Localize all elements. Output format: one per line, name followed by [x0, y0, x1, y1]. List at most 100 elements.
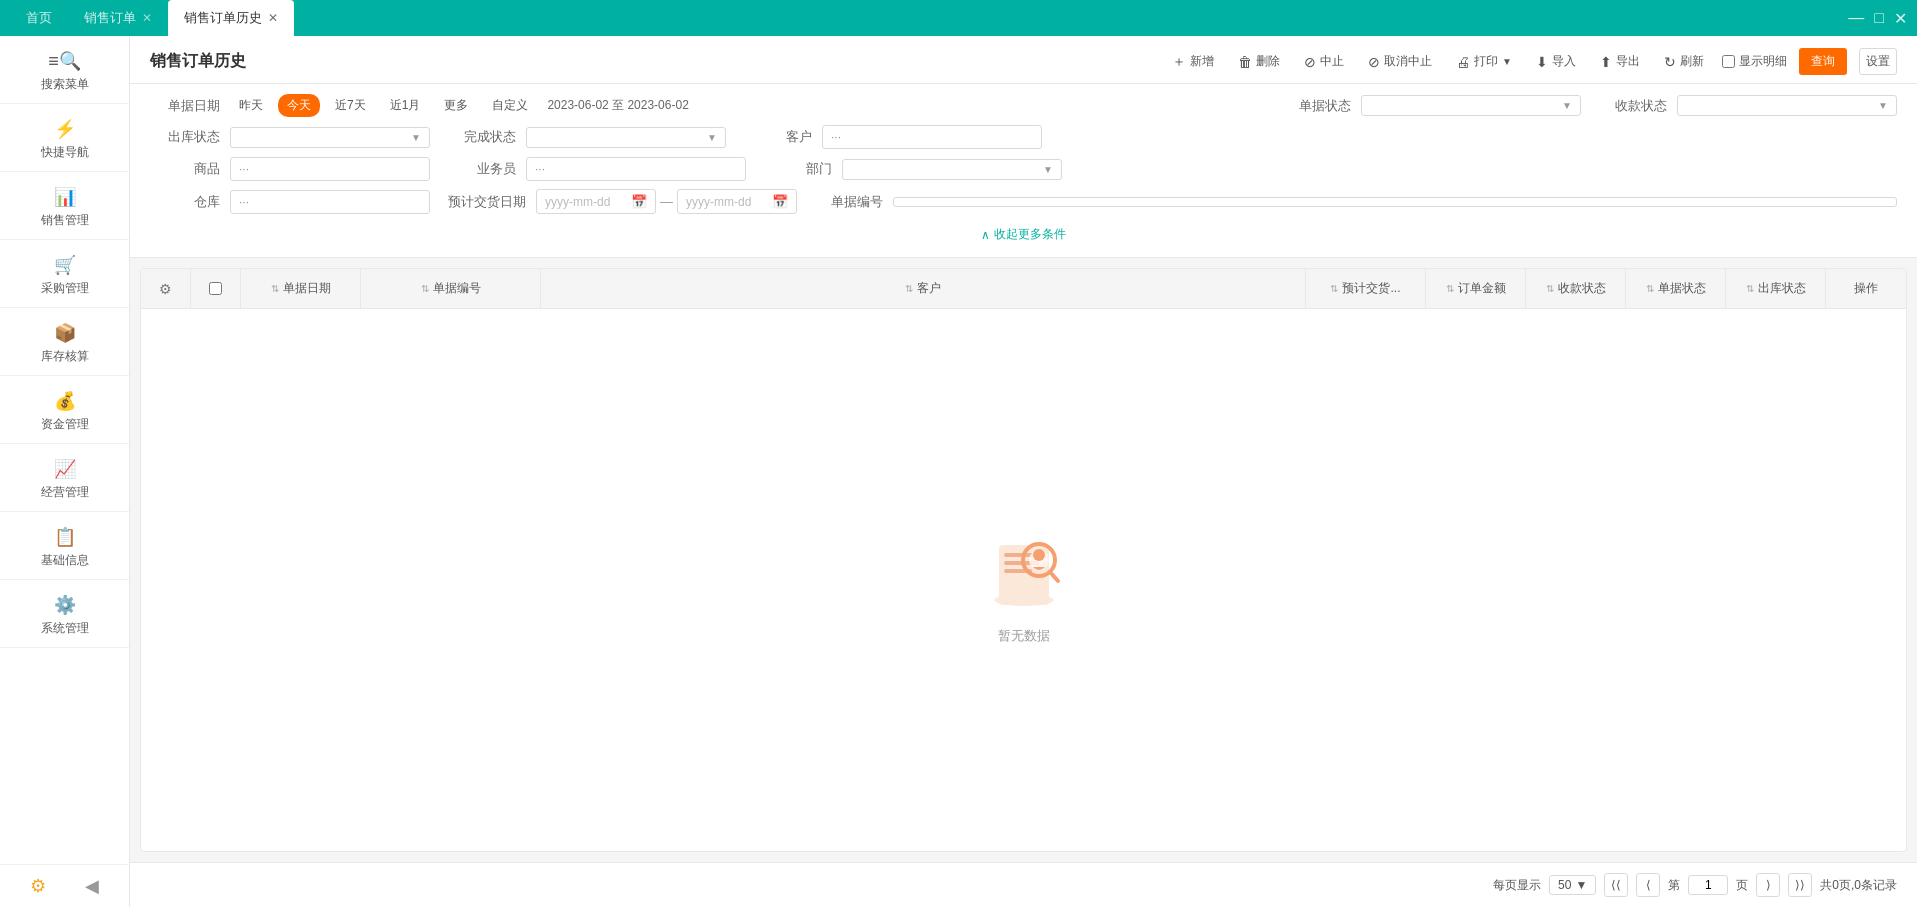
- sidebar-collapse-btn[interactable]: ◀: [85, 875, 99, 897]
- prev-page-btn[interactable]: ⟨: [1636, 873, 1660, 897]
- window-controls: — □ ✕: [1848, 9, 1907, 28]
- next-page-btn[interactable]: ⟩: [1756, 873, 1780, 897]
- cancel-stop-label: 取消中止: [1384, 53, 1432, 70]
- import-btn[interactable]: ⬇ 导入: [1530, 49, 1582, 74]
- date-btn-today[interactable]: 今天: [278, 94, 320, 117]
- new-icon: ＋: [1172, 53, 1186, 71]
- sidebar-item-search-menu[interactable]: ≡🔍 搜索菜单: [0, 36, 129, 104]
- sidebar-item-ops-mgmt[interactable]: 📈 经营管理: [0, 444, 129, 512]
- th-order-status[interactable]: ⇅ 单据状态: [1626, 269, 1726, 308]
- delivery-date-end[interactable]: yyyy-mm-dd 📅: [677, 189, 797, 214]
- query-btn[interactable]: 查询: [1799, 48, 1847, 75]
- warehouse-input[interactable]: ···: [230, 190, 430, 214]
- tab-sales-order-history-close[interactable]: ✕: [268, 11, 278, 25]
- print-btn[interactable]: 🖨 打印 ▼: [1450, 49, 1518, 74]
- salesperson-input[interactable]: ···: [526, 157, 746, 181]
- delivery-date-start[interactable]: yyyy-mm-dd 📅: [536, 189, 656, 214]
- product-input[interactable]: ···: [230, 157, 430, 181]
- per-page-value: 50: [1558, 878, 1571, 892]
- order-num-input[interactable]: [893, 197, 1897, 207]
- pay-status-select[interactable]: ▼: [1677, 95, 1897, 116]
- th-amount[interactable]: ⇅ 订单金额: [1426, 269, 1526, 308]
- th-delivery[interactable]: ⇅ 预计交货...: [1306, 269, 1426, 308]
- product-label: 商品: [150, 160, 230, 178]
- first-page-btn[interactable]: ⟨⟨: [1604, 873, 1628, 897]
- dept-select[interactable]: ▼: [842, 159, 1062, 180]
- sidebar-item-purchase-mgmt[interactable]: 🛒 采购管理: [0, 240, 129, 308]
- th-stock-status[interactable]: ⇅ 出库状态: [1726, 269, 1826, 308]
- show-col-checkbox[interactable]: [1722, 55, 1735, 68]
- empty-illustration: [974, 515, 1074, 615]
- per-page-arrow-icon: ▼: [1575, 878, 1587, 892]
- per-page-select[interactable]: 50 ▼: [1549, 875, 1596, 895]
- export-btn[interactable]: ⬆ 导出: [1594, 49, 1646, 74]
- select-all-checkbox[interactable]: [209, 282, 222, 295]
- date-btn-custom[interactable]: 自定义: [483, 94, 537, 117]
- sidebar-item-quick-nav[interactable]: ⚡ 快捷导航: [0, 104, 129, 172]
- minimize-btn[interactable]: —: [1848, 9, 1864, 27]
- delete-btn[interactable]: 🗑 删除: [1232, 49, 1286, 74]
- sidebar-item-inventory[interactable]: 📦 库存核算: [0, 308, 129, 376]
- close-btn[interactable]: ✕: [1894, 9, 1907, 28]
- tab-sales-order[interactable]: 销售订单 ✕: [68, 0, 168, 36]
- date-btn-yesterday[interactable]: 昨天: [230, 94, 272, 117]
- sidebar-item-finance[interactable]: 💰 资金管理: [0, 376, 129, 444]
- basic-info-icon: 📋: [54, 526, 76, 548]
- stop-btn[interactable]: ⊘ 中止: [1298, 49, 1350, 74]
- new-btn[interactable]: ＋ 新增: [1166, 49, 1220, 75]
- maximize-btn[interactable]: □: [1874, 9, 1884, 27]
- completion-status-select[interactable]: ▼: [526, 127, 726, 148]
- refresh-label: 刷新: [1680, 53, 1704, 70]
- order-status-select[interactable]: ▼: [1361, 95, 1581, 116]
- sidebar-item-basic-info[interactable]: 📋 基础信息: [0, 512, 129, 580]
- tab-sales-order-history[interactable]: 销售订单历史 ✕: [168, 0, 294, 36]
- tab-home-label: 首页: [26, 9, 52, 27]
- sidebar-item-sales-mgmt-label: 销售管理: [41, 212, 89, 229]
- th-date[interactable]: ⇅ 单据日期: [241, 269, 361, 308]
- toolbar: ＋ 新增 🗑 删除 ⊘ 中止 ⊘ 取消中止 🖨 打印: [1166, 48, 1897, 75]
- last-page-btn[interactable]: ⟩⟩: [1788, 873, 1812, 897]
- th-date-label: 单据日期: [283, 280, 331, 297]
- collapse-btn[interactable]: ∧ 收起更多条件: [150, 222, 1897, 247]
- stock-out-status-select[interactable]: ▼: [230, 127, 430, 148]
- sidebar-item-purchase-mgmt-label: 采购管理: [41, 280, 89, 297]
- setting-btn[interactable]: 设置: [1859, 48, 1897, 75]
- date-btn-7days[interactable]: 近7天: [326, 94, 375, 117]
- delivery-date-start-text: yyyy-mm-dd: [545, 195, 610, 209]
- show-col-toggle[interactable]: 显示明细: [1722, 53, 1787, 70]
- th-action-label: 操作: [1854, 280, 1878, 297]
- sidebar-item-sys-mgmt[interactable]: ⚙️ 系统管理: [0, 580, 129, 648]
- show-col-label-text: 显示明细: [1739, 53, 1787, 70]
- th-settings[interactable]: ⚙: [141, 269, 191, 308]
- table-settings-icon[interactable]: ⚙: [159, 281, 172, 297]
- collapse-label: 收起更多条件: [994, 226, 1066, 243]
- page-input[interactable]: [1688, 875, 1728, 895]
- sort-customer-icon: ⇅: [905, 283, 913, 294]
- th-num[interactable]: ⇅ 单据编号: [361, 269, 541, 308]
- tab-sales-order-close[interactable]: ✕: [142, 11, 152, 25]
- th-pay-status[interactable]: ⇅ 收款状态: [1526, 269, 1626, 308]
- sidebar-item-inventory-label: 库存核算: [41, 348, 89, 365]
- date-separator: —: [660, 194, 673, 209]
- tab-home[interactable]: 首页: [10, 0, 68, 36]
- cancel-stop-btn[interactable]: ⊘ 取消中止: [1362, 49, 1438, 74]
- sort-date-icon: ⇅: [271, 283, 279, 294]
- refresh-btn[interactable]: ↻ 刷新: [1658, 49, 1710, 74]
- customer-input[interactable]: ···: [822, 125, 1042, 149]
- sales-mgmt-icon: 📊: [54, 186, 76, 208]
- customer-dotdot: ···: [831, 130, 841, 144]
- date-btn-1month[interactable]: 近1月: [381, 94, 430, 117]
- th-customer[interactable]: ⇅ 客户: [541, 269, 1306, 308]
- th-checkbox[interactable]: [191, 269, 241, 308]
- query-label: 查询: [1811, 53, 1835, 70]
- setting-label: 设置: [1866, 53, 1890, 70]
- sidebar-item-basic-info-label: 基础信息: [41, 552, 89, 569]
- svg-line-7: [1050, 572, 1058, 581]
- sidebar-item-sales-mgmt[interactable]: 📊 销售管理: [0, 172, 129, 240]
- page-title: 销售订单历史: [150, 51, 246, 72]
- page-suffix: 页: [1736, 877, 1748, 894]
- date-btn-more[interactable]: 更多: [435, 94, 477, 117]
- sidebar-settings-btn[interactable]: ⚙: [30, 875, 46, 897]
- sort-pay-icon: ⇅: [1546, 283, 1554, 294]
- th-num-label: 单据编号: [433, 280, 481, 297]
